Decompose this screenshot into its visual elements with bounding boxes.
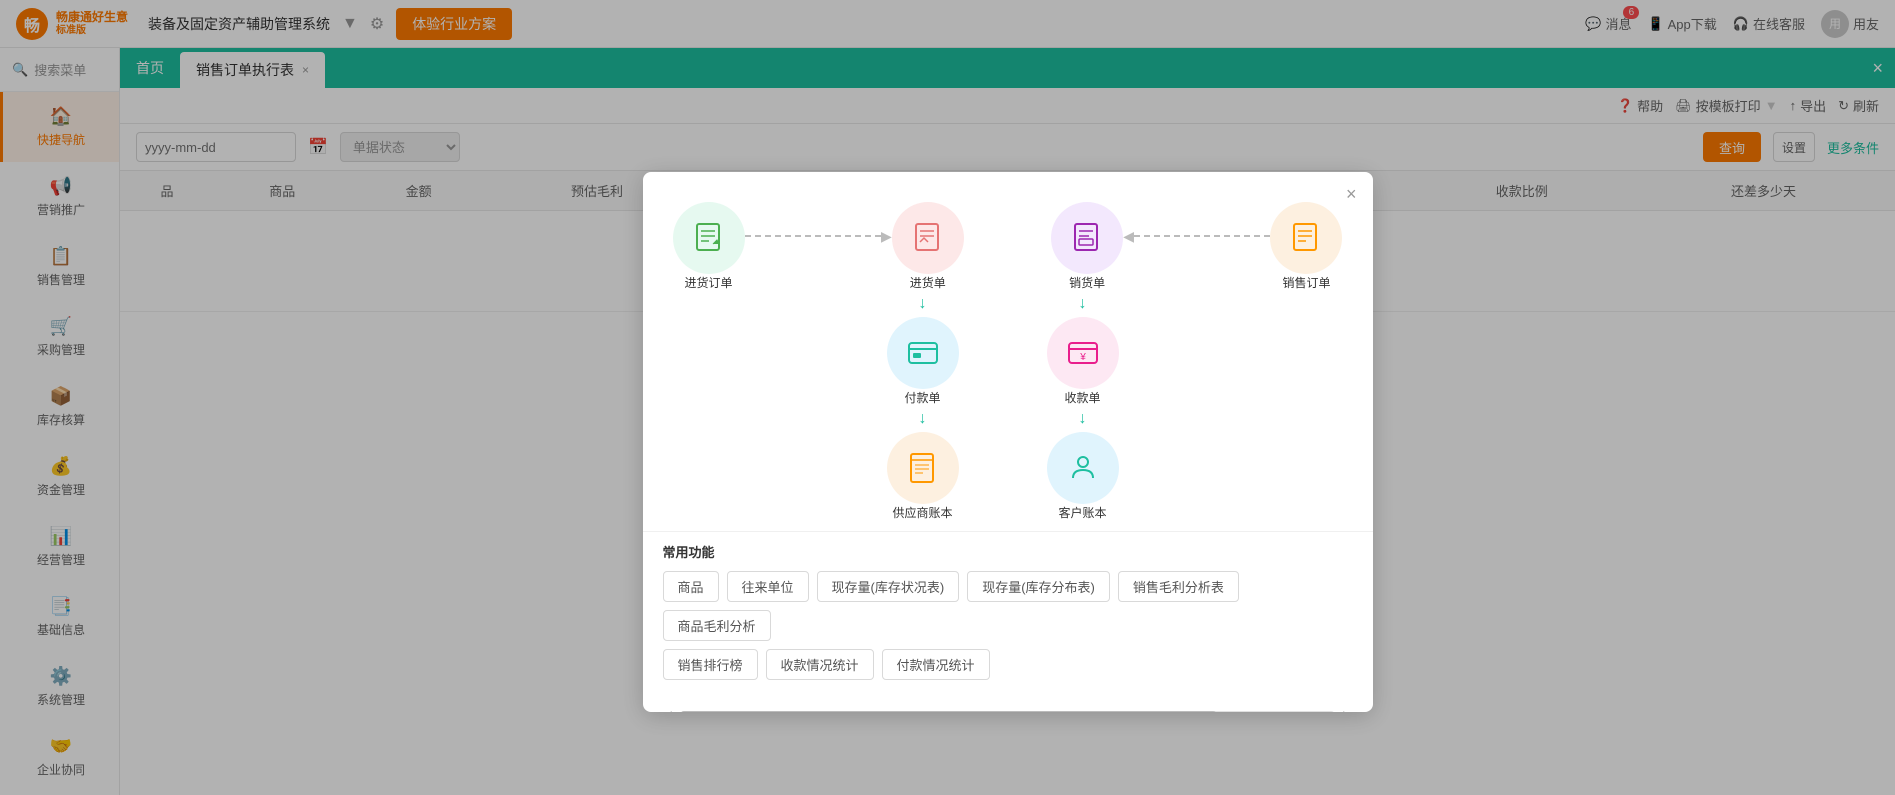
payment-label: 付款单: [904, 389, 940, 406]
common-funcs-title: 常用功能: [663, 542, 1353, 561]
scroll-bar-area: ◀ ▶: [643, 704, 1373, 712]
supplier-ledger-circle[interactable]: [887, 432, 959, 504]
scroll-right-arrow[interactable]: ▶: [1343, 708, 1352, 712]
quick-nav-modal: ×: [643, 172, 1373, 712]
func-payment-stats[interactable]: 付款情况统计: [882, 649, 990, 680]
sales-bill-icon: [1069, 220, 1105, 256]
modal-overlay[interactable]: ×: [0, 0, 1895, 795]
sales-bill-circle[interactable]: [1051, 202, 1123, 274]
customer-ledger-circle[interactable]: [1047, 432, 1119, 504]
flow-item-purchase-order[interactable]: 进货订单: [673, 202, 745, 291]
receipt-label: 收款单: [1064, 389, 1100, 406]
purchase-bill-label: 进货单: [910, 274, 946, 291]
purchase-order-icon: [691, 220, 727, 256]
func-counterpart[interactable]: 往来单位: [727, 571, 809, 602]
supplier-ledger-icon: [905, 450, 941, 486]
purchase-order-label: 进货订单: [684, 274, 732, 291]
sales-order-icon: [1288, 220, 1324, 256]
sales-order-circle[interactable]: [1270, 202, 1342, 274]
func-row-1: 商品 往来单位 现存量(库存状况表) 现存量(库存分布表) 销售毛利分析表 商品…: [663, 571, 1353, 641]
flow-diagram: 进货订单 ▶: [643, 172, 1373, 531]
func-receipt-stats[interactable]: 收款情况统计: [766, 649, 874, 680]
down-arrow-customer: ↓: [1079, 410, 1087, 428]
func-inventory-dist[interactable]: 现存量(库存分布表): [967, 571, 1110, 602]
flow-item-sales-bill[interactable]: 销货单: [1051, 202, 1123, 291]
modal-close-button[interactable]: ×: [1346, 184, 1357, 205]
scroll-track[interactable]: [680, 711, 1336, 712]
down-arrow-supplier: ↓: [919, 410, 927, 428]
flow-item-receipt[interactable]: ¥ 收款单: [1047, 317, 1119, 406]
flow-item-payment[interactable]: 付款单: [887, 317, 959, 406]
scroll-left-arrow[interactable]: ◀: [663, 708, 672, 712]
flow-item-sales-order[interactable]: 销售订单: [1270, 202, 1342, 291]
purchase-order-circle[interactable]: [673, 202, 745, 274]
func-product[interactable]: 商品: [663, 571, 719, 602]
common-functions-section: 常用功能 商品 往来单位 现存量(库存状况表) 现存量(库存分布表) 销售毛利分…: [643, 531, 1373, 704]
purchase-bill-icon: [910, 220, 946, 256]
func-inventory-status[interactable]: 现存量(库存状况表): [817, 571, 960, 602]
receipt-icon: ¥: [1065, 335, 1101, 371]
func-product-profit[interactable]: 商品毛利分析: [663, 610, 771, 641]
sales-order-label: 销售订单: [1282, 274, 1330, 291]
receipt-circle[interactable]: ¥: [1047, 317, 1119, 389]
supplier-ledger-label: 供应商账本: [892, 504, 952, 521]
scroll-thumb[interactable]: [680, 711, 1218, 712]
func-sales-rank[interactable]: 销售排行榜: [663, 649, 758, 680]
func-sales-profit[interactable]: 销售毛利分析表: [1118, 571, 1239, 602]
flow-item-customer-ledger[interactable]: 客户账本: [1047, 432, 1119, 521]
down-arrow-receipt: ↓: [1079, 295, 1087, 313]
purchase-bill-circle[interactable]: [892, 202, 964, 274]
sales-bill-label: 销货单: [1069, 274, 1105, 291]
payment-icon: [905, 335, 941, 371]
flow-item-purchase-bill[interactable]: 进货单: [892, 202, 964, 291]
flow-item-supplier-ledger[interactable]: 供应商账本: [887, 432, 959, 521]
func-row-2: 销售排行榜 收款情况统计 付款情况统计: [663, 649, 1353, 680]
payment-circle[interactable]: [887, 317, 959, 389]
customer-ledger-icon: [1065, 450, 1101, 486]
customer-ledger-label: 客户账本: [1058, 504, 1106, 521]
down-arrow-payment: ↓: [919, 295, 927, 313]
svg-text:¥: ¥: [1079, 352, 1086, 363]
